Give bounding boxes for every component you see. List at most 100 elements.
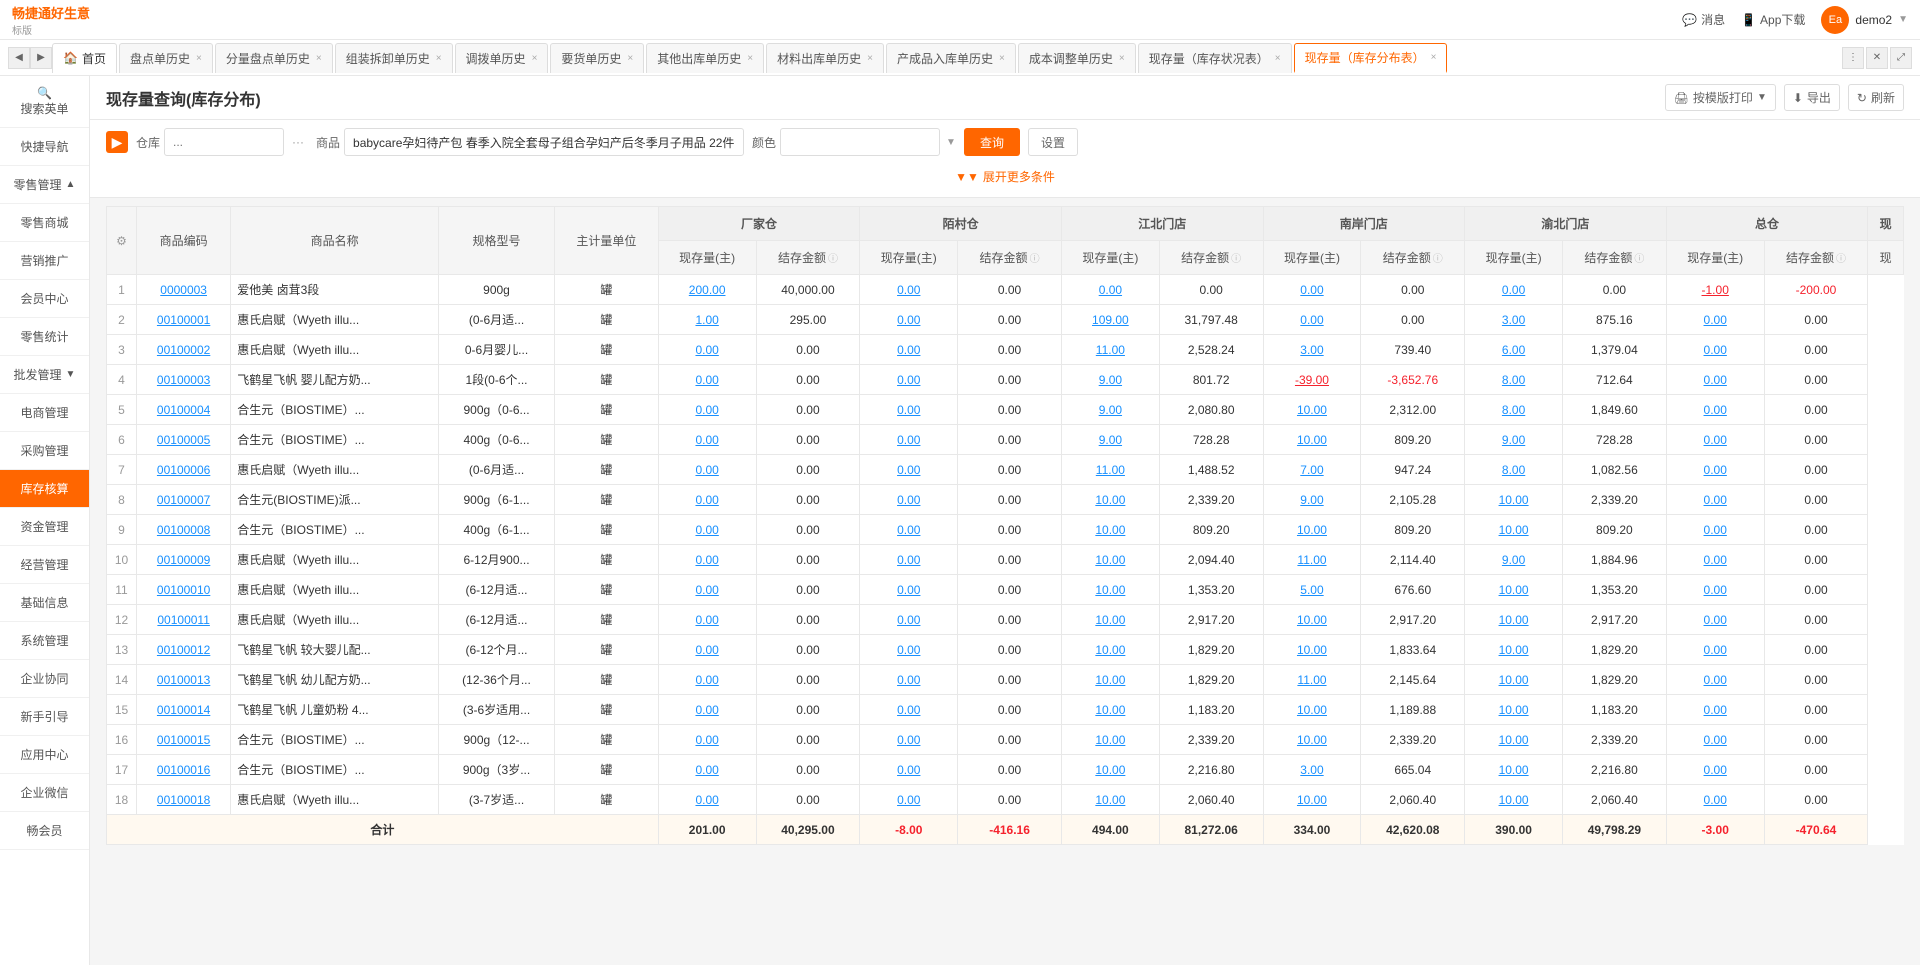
qty-link[interactable]: -1.00 xyxy=(1702,283,1729,297)
product-code-link[interactable]: 00100002 xyxy=(157,343,210,357)
qty-link[interactable]: 0.00 xyxy=(1704,673,1727,687)
gear-icon[interactable]: ⚙ xyxy=(116,234,127,248)
product-code-link[interactable]: 00100003 xyxy=(157,373,210,387)
qty-link[interactable]: 0.00 xyxy=(695,463,718,477)
product-code-link[interactable]: 00100016 xyxy=(157,763,210,777)
qty-link[interactable]: 10.00 xyxy=(1297,613,1327,627)
expand-toggle-btn[interactable]: ▶ xyxy=(106,131,128,153)
gear-th[interactable]: ⚙ xyxy=(107,207,137,275)
info-icon[interactable]: ⓘ xyxy=(828,254,838,265)
sidebar-item-wholesale[interactable]: 批发管理 ▼ xyxy=(0,356,89,394)
product-code-link[interactable]: 00100006 xyxy=(157,463,210,477)
qty-link[interactable]: 10.00 xyxy=(1297,703,1327,717)
sidebar-item-basic[interactable]: 基础信息 xyxy=(0,584,89,622)
qty-link[interactable]: 10.00 xyxy=(1297,403,1327,417)
sidebar-item-member2[interactable]: 畅会员 xyxy=(0,812,89,850)
table-container[interactable]: ⚙ 商品编码 商品名称 规格型号 主计量单位 厂家仓 陌村仓 江北门店 南岸门店… xyxy=(90,198,1920,965)
qty-link[interactable]: 10.00 xyxy=(1095,703,1125,717)
qty-link[interactable]: 0.00 xyxy=(1704,733,1727,747)
product-code-link[interactable]: 00100007 xyxy=(157,493,210,507)
warehouse-input[interactable] xyxy=(164,128,284,156)
qty-link[interactable]: 0.00 xyxy=(695,523,718,537)
qty-link[interactable]: 10.00 xyxy=(1095,673,1125,687)
qty-link[interactable]: 9.00 xyxy=(1502,553,1525,567)
qty-link[interactable]: 7.00 xyxy=(1300,463,1323,477)
tab-other-out[interactable]: 其他出库单历史 × xyxy=(646,43,764,73)
sidebar-item-finance[interactable]: 资金管理 xyxy=(0,508,89,546)
product-code-link[interactable]: 00100005 xyxy=(157,433,210,447)
tab-close-all-btn[interactable]: ✕ xyxy=(1866,47,1888,69)
qty-link[interactable]: 10.00 xyxy=(1297,733,1327,747)
product-code-link[interactable]: 00100012 xyxy=(157,643,210,657)
qty-link[interactable]: 10.00 xyxy=(1095,733,1125,747)
qty-link[interactable]: 10.00 xyxy=(1095,793,1125,807)
tab-transfer[interactable]: 调拨单历史 × xyxy=(455,43,549,73)
qty-link[interactable]: 10.00 xyxy=(1095,763,1125,777)
product-code-link[interactable]: 0000003 xyxy=(160,283,207,297)
qty-link[interactable]: 1.00 xyxy=(695,313,718,327)
sidebar-item-quicknav[interactable]: 快捷导航 xyxy=(0,128,89,166)
warehouse-more-btn[interactable]: ··· xyxy=(288,135,308,149)
product-code-link[interactable]: 00100010 xyxy=(157,583,210,597)
qty-link[interactable]: 11.00 xyxy=(1096,343,1125,357)
qty-link[interactable]: 0.00 xyxy=(897,703,920,717)
qty-link[interactable]: 0.00 xyxy=(695,733,718,747)
product-code-link[interactable]: 00100011 xyxy=(157,613,210,627)
qty-link[interactable]: 0.00 xyxy=(1704,433,1727,447)
qty-link[interactable]: 0.00 xyxy=(897,463,920,477)
qty-link[interactable]: 0.00 xyxy=(1704,703,1727,717)
qty-link[interactable]: 0.00 xyxy=(1704,763,1727,777)
sidebar-item-guide[interactable]: 新手引导 xyxy=(0,698,89,736)
tab-stock-dist-close[interactable]: × xyxy=(1431,52,1437,63)
qty-link[interactable]: 0.00 xyxy=(1300,313,1323,327)
tab-assemble-close[interactable]: × xyxy=(436,53,442,64)
qty-link[interactable]: 10.00 xyxy=(1499,703,1529,717)
tab-check-single-close[interactable]: × xyxy=(196,53,202,64)
qty-link[interactable]: 10.00 xyxy=(1095,643,1125,657)
qty-link[interactable]: 3.00 xyxy=(1300,343,1323,357)
qty-link[interactable]: 0.00 xyxy=(1704,643,1727,657)
qty-link[interactable]: 0.00 xyxy=(1704,403,1727,417)
qty-link[interactable]: 11.00 xyxy=(1297,553,1326,567)
tab-stock-status-close[interactable]: × xyxy=(1275,53,1281,64)
qty-link[interactable]: 0.00 xyxy=(897,793,920,807)
qty-link[interactable]: 109.00 xyxy=(1092,313,1129,327)
sidebar-item-search[interactable]: 🔍 搜索英单 xyxy=(0,76,89,128)
sidebar-item-apps[interactable]: 应用中心 xyxy=(0,736,89,774)
qty-link[interactable]: 9.00 xyxy=(1099,433,1122,447)
tab-product-in-close[interactable]: × xyxy=(999,53,1005,64)
qty-link[interactable]: 0.00 xyxy=(695,493,718,507)
message-btn[interactable]: 💬 消息 xyxy=(1682,11,1725,28)
qty-link[interactable]: 5.00 xyxy=(1300,583,1323,597)
info-icon[interactable]: ⓘ xyxy=(1030,254,1040,265)
export-btn[interactable]: ⬇ 导出 xyxy=(1784,84,1840,111)
qty-link[interactable]: 10.00 xyxy=(1095,523,1125,537)
qty-link[interactable]: 0.00 xyxy=(897,283,920,297)
product-code-link[interactable]: 00100004 xyxy=(157,403,210,417)
qty-link[interactable]: 0.00 xyxy=(695,403,718,417)
qty-link[interactable]: 0.00 xyxy=(695,343,718,357)
sidebar-item-wecom[interactable]: 企业微信 xyxy=(0,774,89,812)
tab-next-btn[interactable]: ▶ xyxy=(30,47,52,69)
info-icon[interactable]: ⓘ xyxy=(1634,254,1644,265)
qty-link[interactable]: 6.00 xyxy=(1502,343,1525,357)
qty-link[interactable]: 0.00 xyxy=(1704,613,1727,627)
qty-link[interactable]: 0.00 xyxy=(897,553,920,567)
tab-material-out[interactable]: 材料出库单历史 × xyxy=(766,43,884,73)
qty-link[interactable]: 10.00 xyxy=(1499,763,1529,777)
qty-link[interactable]: 10.00 xyxy=(1499,643,1529,657)
tab-material-out-close[interactable]: × xyxy=(867,53,873,64)
qty-link[interactable]: 0.00 xyxy=(1704,373,1727,387)
info-icon[interactable]: ⓘ xyxy=(1433,254,1443,265)
qty-link[interactable]: 10.00 xyxy=(1499,793,1529,807)
qty-link[interactable]: 9.00 xyxy=(1099,373,1122,387)
qty-link[interactable]: 9.00 xyxy=(1099,403,1122,417)
qty-link[interactable]: 3.00 xyxy=(1502,313,1525,327)
qty-link[interactable]: 0.00 xyxy=(1704,583,1727,597)
qty-link[interactable]: 0.00 xyxy=(695,553,718,567)
qty-link[interactable]: 0.00 xyxy=(695,793,718,807)
qty-link[interactable]: 0.00 xyxy=(897,763,920,777)
qty-link[interactable]: 11.00 xyxy=(1297,673,1326,687)
sidebar-item-ecommerce[interactable]: 电商管理 xyxy=(0,394,89,432)
tab-stock-status[interactable]: 现存量（库存状况表） × xyxy=(1138,43,1292,73)
